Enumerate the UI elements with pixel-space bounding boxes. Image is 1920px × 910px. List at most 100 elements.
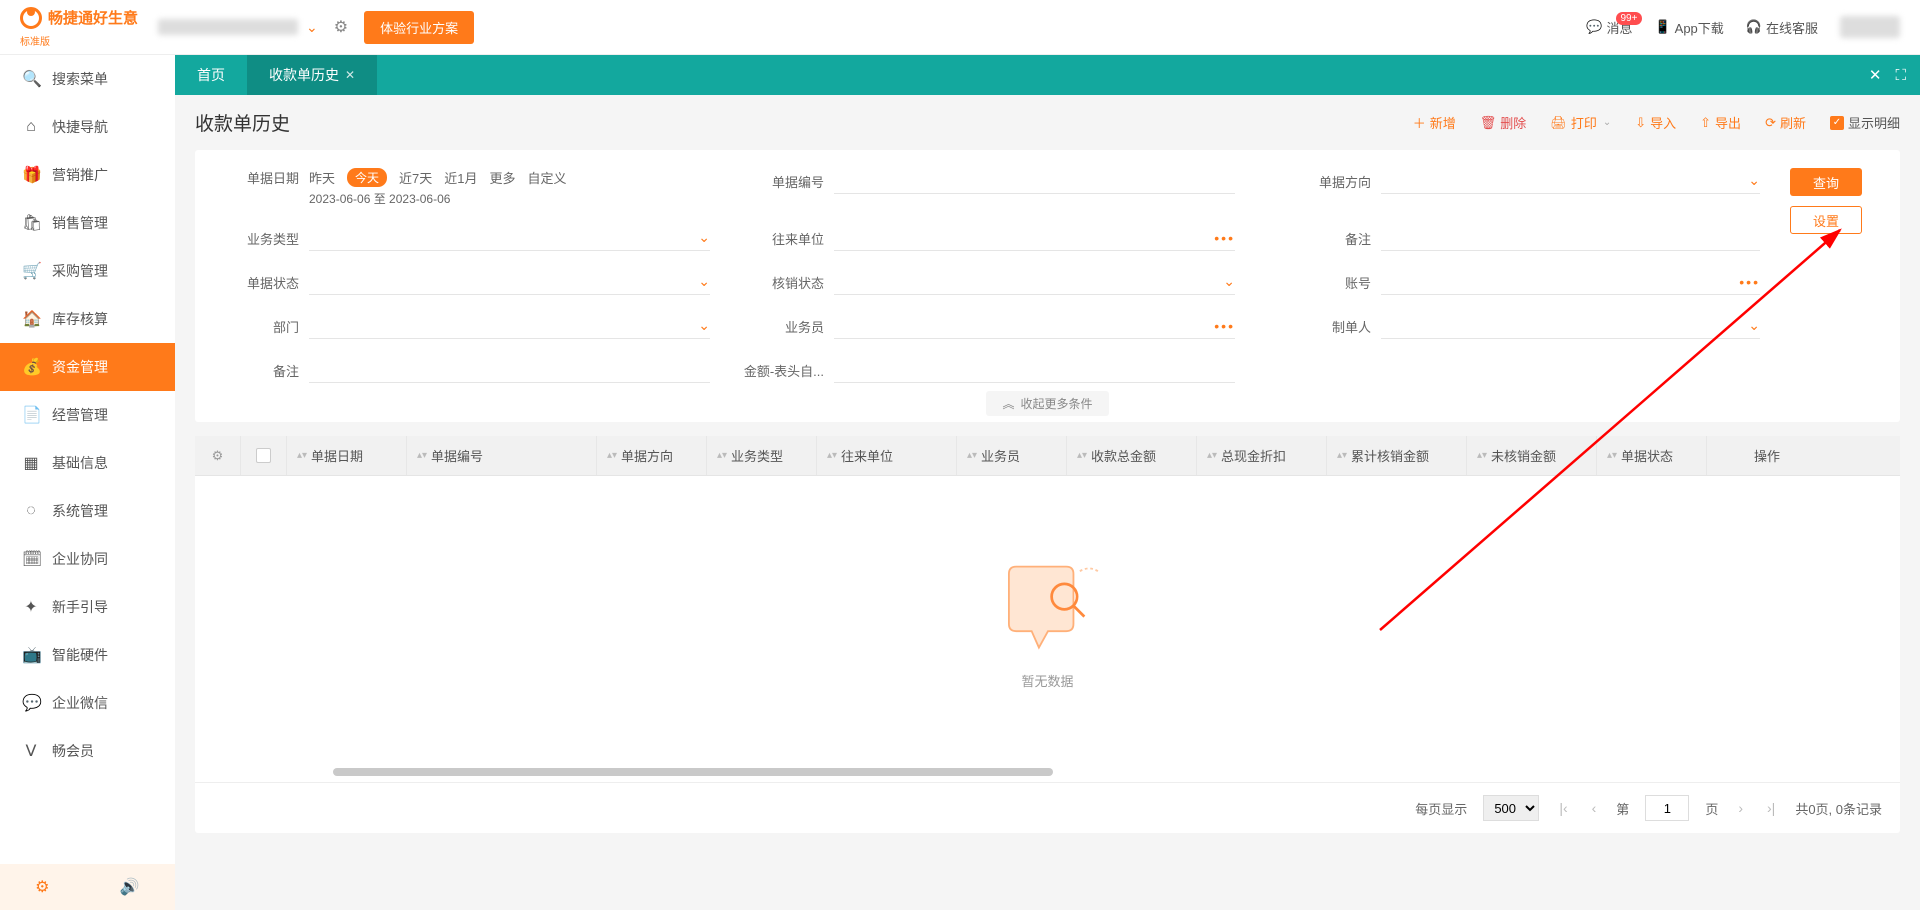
brand-edition: 标准版 [20, 33, 50, 48]
tab-label: 收款单历史 [269, 65, 339, 85]
date-quick-1m[interactable]: 近1月 [444, 168, 477, 187]
col-direction[interactable]: ▴▾单据方向 [597, 436, 707, 475]
table-settings[interactable]: ⚙ [195, 436, 241, 475]
sidebar-item-quicknav[interactable]: ⌂快捷导航 [0, 103, 175, 151]
date-quick-yesterday[interactable]: 昨天 [309, 168, 335, 187]
sidebar-item-marketing[interactable]: 🎁 营销推广 [0, 151, 175, 199]
remark2-input[interactable] [309, 357, 710, 383]
sidebar-item-label: 营销推广 [52, 165, 108, 185]
sidebar-item-sales[interactable]: 🛍销售管理 [0, 199, 175, 247]
partner-picker[interactable]: ••• [834, 225, 1235, 251]
filter-maker: 制单人⌄ [1265, 313, 1760, 339]
sidebar-item-guide[interactable]: ✦新手引导 [0, 583, 175, 631]
account-picker[interactable]: ••• [1381, 269, 1760, 295]
page-input[interactable] [1645, 795, 1689, 821]
import-action[interactable]: ⇩导入 [1635, 113, 1676, 132]
col-total[interactable]: ▴▾收款总金额 [1067, 436, 1197, 475]
verifystatus-select[interactable]: ⌄ [834, 269, 1235, 295]
sidebar-item-search[interactable]: 🔍搜索菜单 [0, 55, 175, 103]
biztype-select[interactable]: ⌄ [309, 225, 710, 251]
col-status[interactable]: ▴▾单据状态 [1597, 436, 1707, 475]
refresh-action[interactable]: ⟳刷新 [1765, 113, 1806, 132]
col-clerk[interactable]: ▴▾业务员 [957, 436, 1067, 475]
date-quick-today[interactable]: 今天 [347, 168, 387, 187]
tab-home[interactable]: 首页 [175, 55, 247, 95]
action-label: 刷新 [1780, 113, 1806, 132]
maker-select[interactable]: ⌄ [1381, 313, 1760, 339]
col-date[interactable]: ▴▾单据日期 [287, 436, 407, 475]
sound-icon[interactable]: 🔊 [120, 877, 140, 897]
sidebar-item-wechat[interactable]: 💬企业微信 [0, 679, 175, 727]
app-download-link[interactable]: 📱 App下载 [1654, 18, 1723, 37]
checkbox-icon [256, 448, 271, 463]
select-all[interactable] [241, 436, 287, 475]
first-page-icon[interactable]: |‹ [1555, 800, 1571, 816]
filter-label: 单据编号 [740, 172, 824, 191]
page-actions: ＋新增 🗑删除 🖨打印⌄ ⇩导入 ⇧导出 ⟳刷新 ✓显示明细 [1413, 113, 1900, 132]
setup-button[interactable]: 设置 [1790, 206, 1862, 234]
collapse-filters[interactable]: ︽ 收起更多条件 [986, 391, 1108, 416]
col-docno[interactable]: ▴▾单据编号 [407, 436, 597, 475]
export-action[interactable]: ⇧导出 [1700, 113, 1741, 132]
filter-label: 备注 [215, 361, 299, 380]
sidebar-item-inventory[interactable]: 🏠库存核算 [0, 295, 175, 343]
sidebar-item-system[interactable]: ◌系统管理 [0, 487, 175, 535]
col-partner[interactable]: ▴▾往来单位 [817, 436, 957, 475]
sidebar-item-operations[interactable]: 📄经营管理 [0, 391, 175, 439]
sidebar-item-member[interactable]: Ⅴ畅会员 [0, 727, 175, 775]
dept-select[interactable]: ⌄ [309, 313, 710, 339]
col-label: 单据状态 [1621, 446, 1673, 465]
add-action[interactable]: ＋新增 [1413, 113, 1456, 132]
col-unverified[interactable]: ▴▾未核销金额 [1467, 436, 1597, 475]
sort-icon: ▴▾ [717, 452, 727, 460]
last-page-icon[interactable]: ›| [1763, 800, 1779, 816]
gift-icon: 🎁 [22, 165, 40, 185]
print-action[interactable]: 🖨打印⌄ [1550, 113, 1611, 132]
docstatus-select[interactable]: ⌄ [309, 269, 710, 295]
date-quick-7d[interactable]: 近7天 [399, 168, 432, 187]
company-selector[interactable]: ⌄ [158, 19, 318, 36]
direction-select[interactable]: ⌄ [1381, 168, 1760, 194]
clerk-picker[interactable]: ••• [834, 313, 1235, 339]
filter-clerk: 业务员••• [740, 313, 1235, 339]
delete-action[interactable]: 🗑删除 [1480, 113, 1527, 132]
query-button[interactable]: 查询 [1790, 168, 1862, 196]
remark-input[interactable] [1381, 225, 1760, 251]
horizontal-scrollbar[interactable] [203, 766, 1892, 778]
date-quick-more[interactable]: 更多 [490, 168, 516, 187]
col-discount[interactable]: ▴▾总现金折扣 [1197, 436, 1327, 475]
sidebar-item-purchase[interactable]: 🛒采购管理 [0, 247, 175, 295]
date-quick-custom[interactable]: 自定义 [528, 168, 567, 187]
settings-icon[interactable]: ⚙ [35, 877, 49, 897]
sidebar-item-hardware[interactable]: 📺智能硬件 [0, 631, 175, 679]
per-page-select[interactable]: 500 [1483, 795, 1539, 821]
message-icon: 💬 [1586, 19, 1602, 35]
col-verified[interactable]: ▴▾累计核销金额 [1327, 436, 1467, 475]
messages-link[interactable]: 💬 消息 99+ [1586, 18, 1632, 37]
filter-label: 核销状态 [740, 273, 824, 292]
customer-service-link[interactable]: 🎧 在线客服 [1746, 18, 1818, 37]
experience-button[interactable]: 体验行业方案 [364, 11, 474, 44]
sidebar-item-funds[interactable]: 💰资金管理 [0, 343, 175, 391]
amount-header-input[interactable] [834, 357, 1235, 383]
sidebar-item-collab[interactable]: 🗓企业协同 [0, 535, 175, 583]
scrollbar-thumb[interactable] [333, 768, 1053, 776]
tab-receipts-history[interactable]: 收款单历史 ✕ [247, 55, 377, 95]
user-avatar-blurred[interactable] [1840, 16, 1900, 38]
tv-icon: 📺 [22, 645, 40, 665]
sort-icon: ▴▾ [1207, 452, 1217, 460]
col-biztype[interactable]: ▴▾业务类型 [707, 436, 817, 475]
prev-page-icon[interactable]: ‹ [1588, 800, 1601, 816]
docno-input[interactable] [834, 168, 1235, 194]
show-detail-toggle[interactable]: ✓显示明细 [1830, 113, 1900, 132]
close-icon[interactable]: ✕ [345, 68, 355, 82]
filter-remark: 备注 [1265, 225, 1760, 251]
next-page-icon[interactable]: › [1734, 800, 1747, 816]
sidebar-item-basicinfo[interactable]: ▦基础信息 [0, 439, 175, 487]
date-range-text: 2023-06-06 至 2023-06-06 [309, 190, 710, 207]
ellipsis-icon: ••• [1739, 274, 1760, 290]
action-label: 删除 [1500, 113, 1526, 132]
close-all-icon[interactable]: ✕ [1869, 66, 1882, 84]
gear-icon[interactable]: ⚙ [334, 17, 348, 37]
fullscreen-icon[interactable]: ⛶ [1895, 67, 1906, 84]
